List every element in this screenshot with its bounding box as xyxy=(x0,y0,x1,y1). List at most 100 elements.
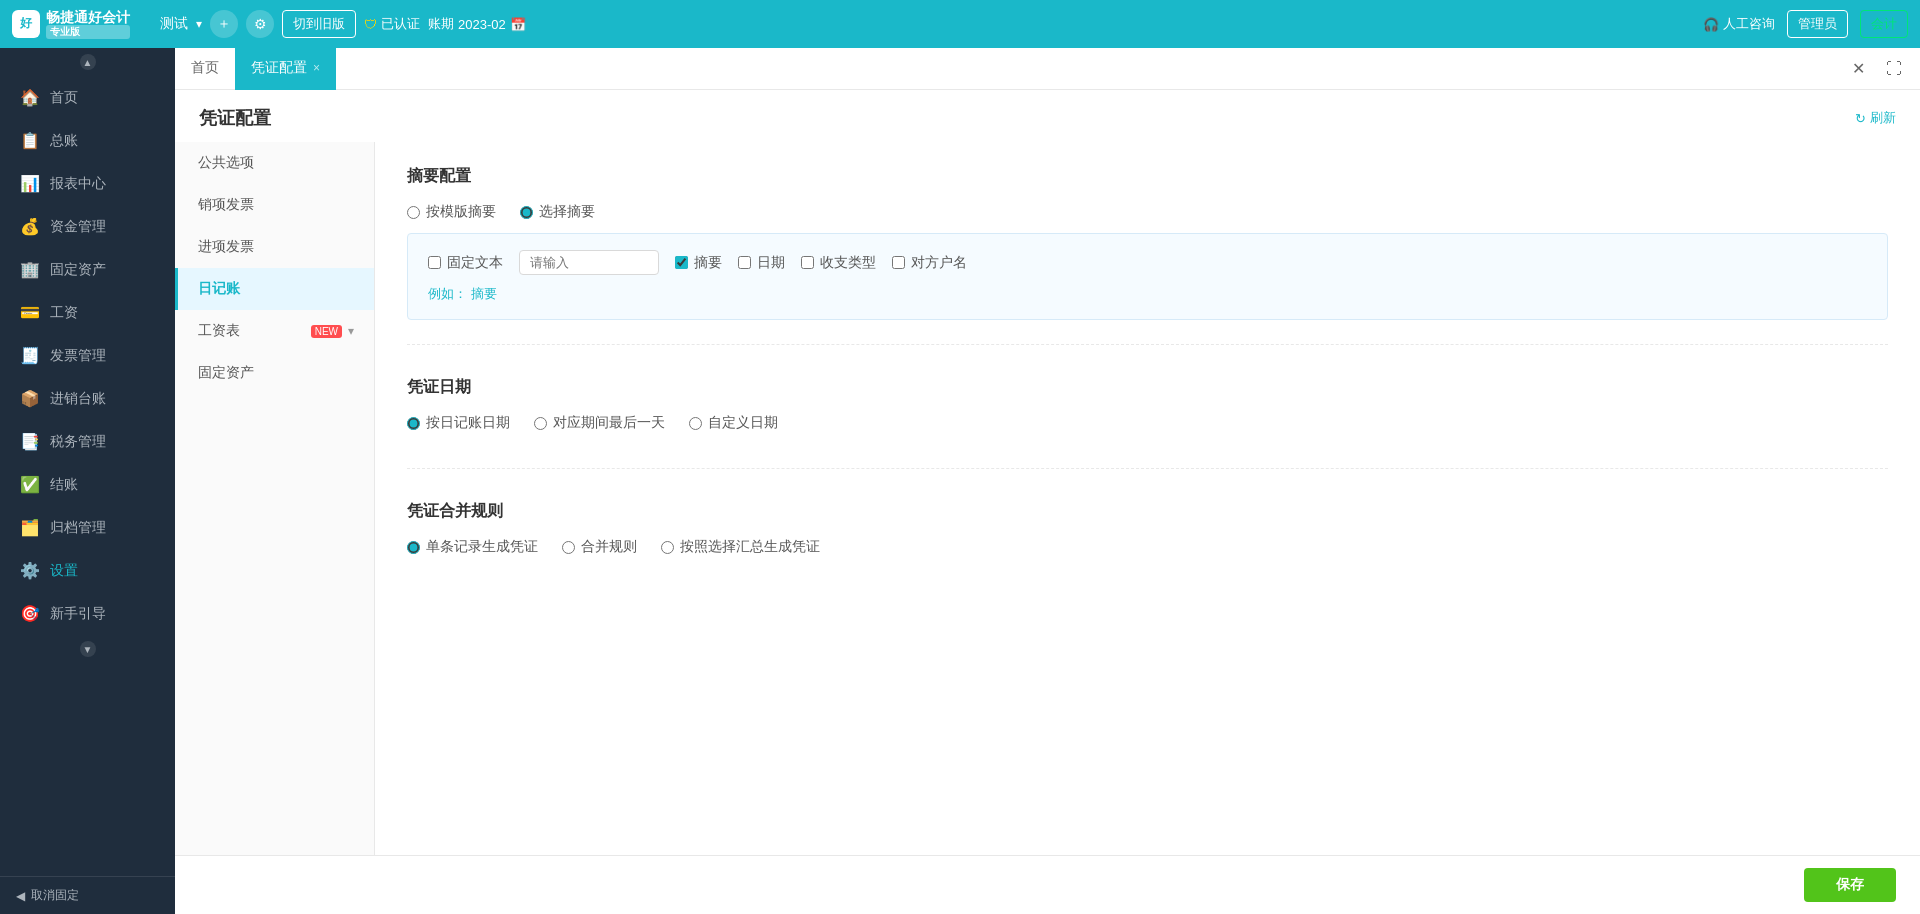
ledger-icon: 📋 xyxy=(20,131,40,150)
left-nav-purchase-invoice-label: 进项发票 xyxy=(198,238,254,256)
custom-date-option[interactable]: 自定义日期 xyxy=(689,414,778,432)
refresh-button[interactable]: ↻ 刷新 xyxy=(1855,109,1896,127)
by-select-option[interactable]: 按照选择汇总生成凭证 xyxy=(661,538,820,556)
tab-home[interactable]: 首页 xyxy=(175,48,235,90)
sidebar-item-salary[interactable]: 💳 工资 xyxy=(0,291,175,334)
sidebar-label-closing: 结账 xyxy=(50,476,78,494)
left-nav-sales-invoice[interactable]: 销项发票 xyxy=(175,184,374,226)
fixed-text-checkbox-group[interactable]: 固定文本 xyxy=(428,254,503,272)
assets-icon: 🏢 xyxy=(20,260,40,279)
cashtype-checkbox[interactable] xyxy=(801,256,814,269)
summary-section: 摘要配置 按模版摘要 选择摘要 xyxy=(407,166,1888,345)
sidebar-item-settings[interactable]: ⚙️ 设置 xyxy=(0,549,175,592)
settings-button[interactable]: ⚙ xyxy=(246,10,274,38)
left-nav-journal-label: 日记账 xyxy=(198,280,240,298)
summary-checkbox-group[interactable]: 摘要 xyxy=(675,254,722,272)
sidebar-label-settings: 设置 xyxy=(50,562,78,580)
sidebar-item-tax[interactable]: 📑 税务管理 xyxy=(0,420,175,463)
last-day-radio[interactable] xyxy=(534,417,547,430)
settings-icon: ⚙️ xyxy=(20,561,40,580)
by-select-radio[interactable] xyxy=(661,541,674,554)
accountant-button[interactable]: 会计 xyxy=(1860,10,1908,38)
sidebar-label-purchase: 进销台账 xyxy=(50,390,106,408)
fixed-text-input[interactable] xyxy=(519,250,659,275)
inner-layout: 公共选项 销项发票 进项发票 日记账 工资表 NEW xyxy=(175,142,1920,855)
cashtype-checkbox-group[interactable]: 收支类型 xyxy=(801,254,876,272)
left-nav-sales-invoice-label: 销项发票 xyxy=(198,196,254,214)
close-tab-button[interactable]: ✕ xyxy=(1844,55,1872,83)
cancel-fixed-button[interactable]: ◀ 取消固定 xyxy=(0,876,175,914)
sidebar-item-guide[interactable]: 🎯 新手引导 xyxy=(0,592,175,635)
last-day-label: 对应期间最后一天 xyxy=(553,414,665,432)
fixed-text-label: 固定文本 xyxy=(447,254,503,272)
date-checkbox[interactable] xyxy=(738,256,751,269)
sidebar-item-ledger[interactable]: 📋 总账 xyxy=(0,119,175,162)
single-record-radio[interactable] xyxy=(407,541,420,554)
counterpart-checkbox-group[interactable]: 对方户名 xyxy=(892,254,967,272)
sidebar-scroll-up[interactable]: ▲ xyxy=(0,48,175,76)
merge-rule-radio[interactable] xyxy=(562,541,575,554)
scroll-up-arrow[interactable]: ▲ xyxy=(80,54,96,70)
summary-select-option[interactable]: 选择摘要 xyxy=(520,203,595,221)
tab-actions: ✕ ⛶ xyxy=(1844,55,1920,83)
custom-date-radio[interactable] xyxy=(689,417,702,430)
left-nav-purchase-invoice[interactable]: 进项发票 xyxy=(175,226,374,268)
tab-close-icon[interactable]: × xyxy=(313,61,320,75)
summary-template-option[interactable]: 按模版摘要 xyxy=(407,203,496,221)
left-nav-public[interactable]: 公共选项 xyxy=(175,142,374,184)
left-nav-journal[interactable]: 日记账 xyxy=(175,268,374,310)
tab-voucher-config[interactable]: 凭证配置 × xyxy=(235,48,336,90)
sidebar-item-closing[interactable]: ✅ 结账 xyxy=(0,463,175,506)
expand-tab-button[interactable]: ⛶ xyxy=(1880,55,1908,83)
add-button[interactable]: ＋ xyxy=(210,10,238,38)
tab-voucher-config-label: 凭证配置 xyxy=(251,59,307,77)
sidebar-label-ledger: 总账 xyxy=(50,132,78,150)
admin-button[interactable]: 管理员 xyxy=(1787,10,1848,38)
calendar-icon[interactable]: 📅 xyxy=(510,17,526,32)
cancel-fixed-label: 取消固定 xyxy=(31,887,79,904)
summary-checkbox-label: 摘要 xyxy=(694,254,722,272)
summary-checkbox[interactable] xyxy=(675,256,688,269)
sidebar-label-invoice: 发票管理 xyxy=(50,347,106,365)
by-date-option[interactable]: 按日记账日期 xyxy=(407,414,510,432)
content-area: 首页 凭证配置 × ✕ ⛶ 凭证配置 ↻ 刷新 xyxy=(175,48,1920,914)
sidebar-label-tax: 税务管理 xyxy=(50,433,106,451)
sidebar-item-assets[interactable]: 🏢 固定资产 xyxy=(0,248,175,291)
service-button[interactable]: 🎧 人工咨询 xyxy=(1703,15,1775,33)
sidebar-item-home[interactable]: 🏠 首页 xyxy=(0,76,175,119)
summary-template-label: 按模版摘要 xyxy=(426,203,496,221)
scroll-down-arrow[interactable]: ▼ xyxy=(80,641,96,657)
by-select-label: 按照选择汇总生成凭证 xyxy=(680,538,820,556)
sidebar-scroll-down[interactable]: ▼ xyxy=(0,635,175,663)
counterpart-checkbox[interactable] xyxy=(892,256,905,269)
merge-rule-option[interactable]: 合并规则 xyxy=(562,538,637,556)
save-button[interactable]: 保存 xyxy=(1804,868,1896,902)
summary-select-radio[interactable] xyxy=(520,206,533,219)
by-date-radio[interactable] xyxy=(407,417,420,430)
sidebar-item-archive[interactable]: 🗂️ 归档管理 xyxy=(0,506,175,549)
period-value: 2023-02 xyxy=(458,17,506,32)
logo-icon: 好 xyxy=(12,10,40,38)
sidebar-item-reports[interactable]: 📊 报表中心 xyxy=(0,162,175,205)
sidebar-item-invoice[interactable]: 🧾 发票管理 xyxy=(0,334,175,377)
summary-template-radio[interactable] xyxy=(407,206,420,219)
right-content: 摘要配置 按模版摘要 选择摘要 xyxy=(375,142,1920,855)
sidebar-item-purchase[interactable]: 📦 进销台账 xyxy=(0,377,175,420)
last-day-option[interactable]: 对应期间最后一天 xyxy=(534,414,665,432)
switch-version-button[interactable]: 切到旧版 xyxy=(282,10,356,38)
sidebar-item-capital[interactable]: 💰 资金管理 xyxy=(0,205,175,248)
summary-box-row: 固定文本 摘要 日期 xyxy=(428,250,1867,275)
by-date-label: 按日记账日期 xyxy=(426,414,510,432)
date-checkbox-label: 日期 xyxy=(757,254,785,272)
left-nav: 公共选项 销项发票 进项发票 日记账 工资表 NEW xyxy=(175,142,375,855)
left-nav-payroll[interactable]: 工资表 NEW ▾ xyxy=(175,310,374,352)
page-content: 凭证配置 ↻ 刷新 公共选项 销项发票 进项发票 xyxy=(175,90,1920,914)
fixed-text-checkbox[interactable] xyxy=(428,256,441,269)
date-checkbox-group[interactable]: 日期 xyxy=(738,254,785,272)
page-header: 凭证配置 ↻ 刷新 xyxy=(175,90,1920,142)
merge-section-title: 凭证合并规则 xyxy=(407,501,1888,522)
company-dropdown-arrow[interactable]: ▾ xyxy=(196,17,202,31)
left-nav-fixed-assets[interactable]: 固定资产 xyxy=(175,352,374,394)
single-record-option[interactable]: 单条记录生成凭证 xyxy=(407,538,538,556)
logo-sub: 专业版 xyxy=(46,25,130,39)
